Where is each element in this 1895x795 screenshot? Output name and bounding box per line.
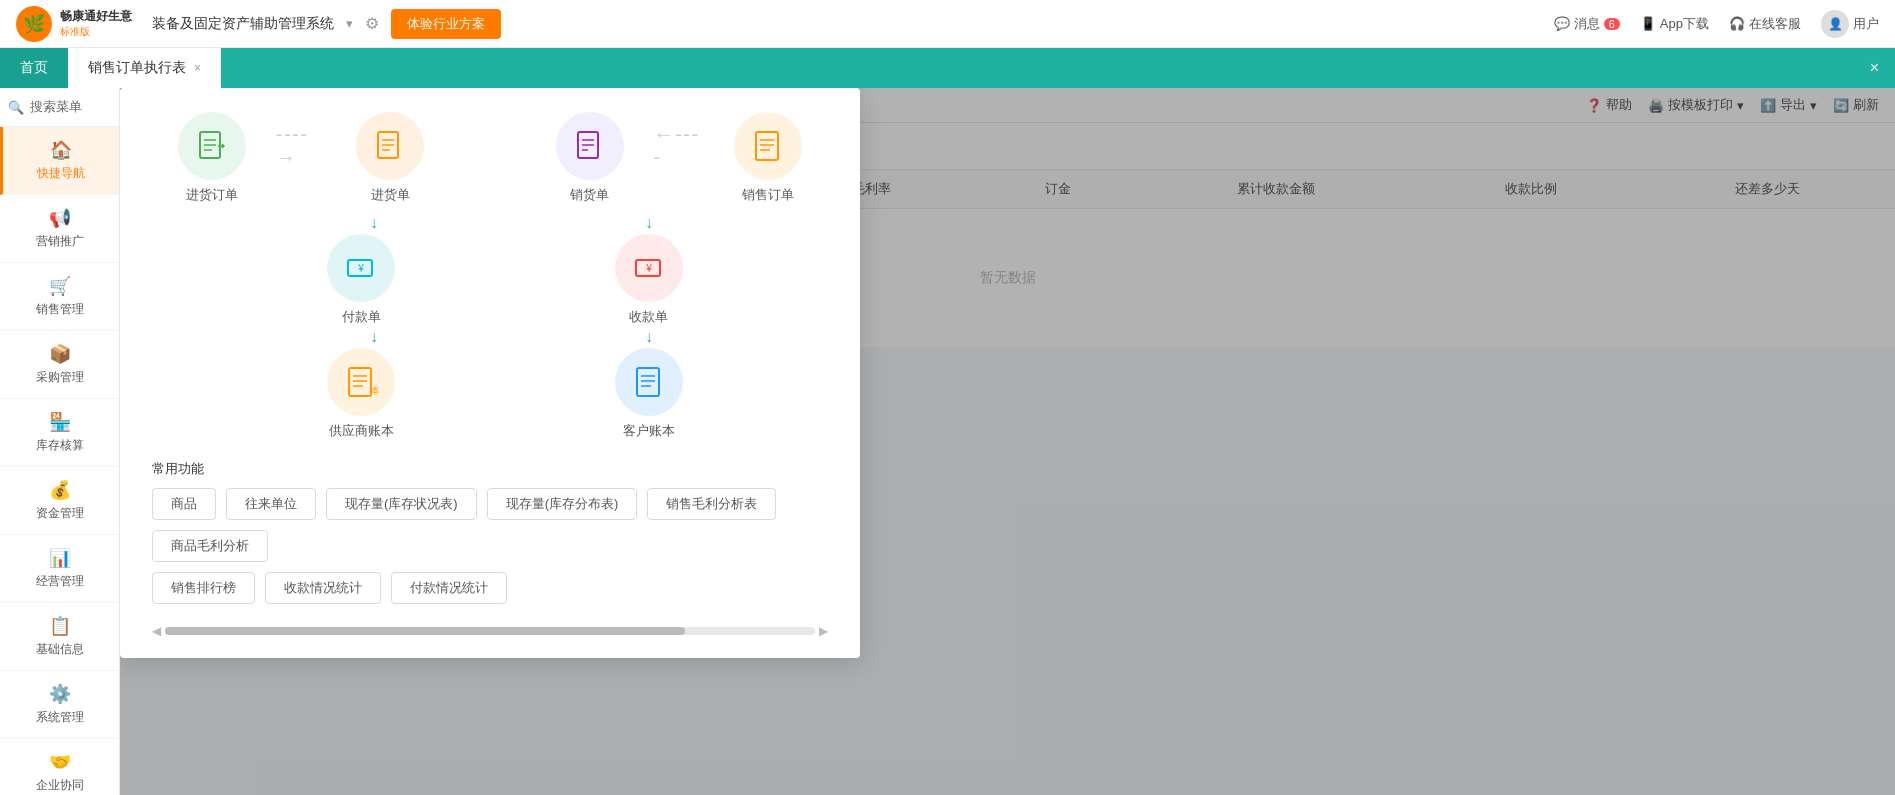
arrow-sb-to-receipt: ↓ [645, 214, 653, 232]
tab-bar: 首页 销售订单执行表 × × [0, 48, 1895, 88]
flow-node-purchase-bill[interactable]: 进货单 [330, 112, 450, 204]
message-icon: 💬 [1554, 16, 1570, 31]
operation-icon: 📊 [49, 547, 71, 569]
flow-section: 进货订单 - - - - → [152, 112, 828, 440]
sidebar: 🔍 搜索菜单 🏠 快捷导航 📢 营销推广 🛒 销售管理 📦 采购管理 🏪 库存核… [0, 88, 120, 795]
modal-overlay: 进货订单 - - - - → [120, 88, 1895, 795]
tab-sales-order[interactable]: 销售订单执行表 × [68, 48, 221, 88]
func-btn-stock-dist[interactable]: 现存量(库存分布表) [487, 488, 638, 520]
supplier-ledger-icon: 本 [327, 348, 395, 416]
scroll-left-icon[interactable]: ◀ [152, 624, 161, 638]
arrow-so-to-sb: ← - - - - [650, 123, 709, 169]
user-action[interactable]: 👤 用户 [1821, 10, 1879, 38]
svg-rect-19 [756, 132, 778, 160]
marketing-icon: 📢 [49, 207, 71, 229]
func-btn-contact[interactable]: 往来单位 [226, 488, 316, 520]
system-icon: ⚙️ [49, 683, 71, 705]
message-badge: 6 [1604, 18, 1620, 30]
svg-text:¥: ¥ [357, 263, 364, 274]
cooperation-icon: 🤝 [49, 751, 71, 773]
scrollbar-thumb [165, 627, 685, 635]
message-action[interactable]: 💬 消息 6 [1554, 15, 1620, 33]
sales-icon: 🛒 [49, 275, 71, 297]
avatar: 👤 [1821, 10, 1849, 38]
customer-ledger-icon [615, 348, 683, 416]
experience-button[interactable]: 体验行业方案 [391, 9, 501, 39]
svg-text:¥: ¥ [645, 263, 652, 274]
system-title: 装备及固定资产辅助管理系统 [152, 15, 334, 33]
logo-text: 畅康通好生意 标准版 [60, 8, 132, 39]
dropdown-arrow-icon[interactable]: ▾ [346, 16, 353, 31]
common-func-title: 常用功能 [152, 460, 828, 478]
sales-order-icon [734, 112, 802, 180]
tab-close-icon[interactable]: × [194, 61, 201, 75]
sidebar-item-quick-nav[interactable]: 🏠 快捷导航 [0, 127, 119, 195]
app-download-action[interactable]: 📱 App下载 [1640, 15, 1709, 33]
svg-rect-10 [349, 368, 371, 396]
basic-info-icon: 📋 [49, 615, 71, 637]
func-btn-payment-stat[interactable]: 付款情况统计 [391, 572, 507, 604]
sidebar-item-marketing[interactable]: 📢 营销推广 [0, 195, 119, 263]
sidebar-item-basic-info[interactable]: 📋 基础信息 [0, 603, 119, 671]
home-icon: 🏠 [50, 139, 72, 161]
search-icon: 🔍 [8, 100, 24, 115]
modal-scrollbar: ◀ ▶ [152, 624, 828, 638]
func-btn-sales-rank[interactable]: 销售排行榜 [152, 572, 255, 604]
tab-home[interactable]: 首页 [0, 48, 68, 88]
purchase-order-icon [178, 112, 246, 180]
top-header: 🌿 畅康通好生意 标准版 装备及固定资产辅助管理系统 ▾ ⚙ 体验行业方案 💬 … [0, 0, 1895, 48]
headset-icon: 🎧 [1729, 16, 1745, 31]
logo-area: 🌿 畅康通好生意 标准版 [16, 6, 136, 42]
func-btn-sales-gross[interactable]: 销售毛利分析表 [647, 488, 776, 520]
sidebar-item-inventory[interactable]: 🏪 库存核算 [0, 399, 119, 467]
modal-box: 进货订单 - - - - → [120, 88, 860, 658]
flow-node-supplier-ledger[interactable]: 本 供应商账本 [301, 348, 421, 440]
flow-node-sales-bill[interactable]: 销货单 [530, 112, 650, 204]
flow-node-receipt-bill[interactable]: ¥ 收款单 [589, 234, 709, 326]
arrow-pay-to-supplier: ↓ [370, 328, 378, 346]
tabbar-close-icon[interactable]: × [1870, 59, 1879, 77]
sidebar-search[interactable]: 🔍 搜索菜单 [0, 88, 119, 127]
arrow-receipt-to-customer: ↓ [645, 328, 653, 346]
svg-text:本: 本 [370, 385, 379, 396]
scroll-right-icon[interactable]: ▶ [819, 624, 828, 638]
main-layout: 🔍 搜索菜单 🏠 快捷导航 📢 营销推广 🛒 销售管理 📦 采购管理 🏪 库存核… [0, 88, 1895, 795]
common-functions-section: 常用功能 商品 往来单位 现存量(库存状况表) 现存量(库存分布表) 销售毛利分… [152, 460, 828, 604]
settings-icon[interactable]: ⚙ [365, 14, 379, 33]
func-btn-goods-gross[interactable]: 商品毛利分析 [152, 530, 268, 562]
header-middle: 装备及固定资产辅助管理系统 ▾ ⚙ 体验行业方案 [136, 9, 1554, 39]
logo-icon: 🌿 [16, 6, 52, 42]
receipt-bill-icon: ¥ [615, 234, 683, 302]
sales-bill-icon [556, 112, 624, 180]
flow-node-customer-ledger[interactable]: 客户账本 [589, 348, 709, 440]
purchase-icon: 📦 [49, 343, 71, 365]
sidebar-item-purchase[interactable]: 📦 采购管理 [0, 331, 119, 399]
func-btn-goods[interactable]: 商品 [152, 488, 216, 520]
svg-rect-25 [637, 368, 659, 396]
sidebar-item-operation[interactable]: 📊 经营管理 [0, 535, 119, 603]
online-service-action[interactable]: 🎧 在线客服 [1729, 15, 1801, 33]
phone-icon: 📱 [1640, 16, 1656, 31]
sidebar-item-cooperation[interactable]: 🤝 企业协同 [0, 739, 119, 795]
finance-icon: 💰 [49, 479, 71, 501]
header-right: 💬 消息 6 📱 App下载 🎧 在线客服 👤 用户 [1554, 10, 1879, 38]
func-btn-stock-status[interactable]: 现存量(库存状况表) [326, 488, 477, 520]
sidebar-item-sales[interactable]: 🛒 销售管理 [0, 263, 119, 331]
sidebar-item-finance[interactable]: 💰 资金管理 [0, 467, 119, 535]
sidebar-item-system[interactable]: ⚙️ 系统管理 [0, 671, 119, 739]
flow-node-sales-order[interactable]: 销售订单 [708, 112, 828, 204]
func-buttons-row2: 销售排行榜 收款情况统计 付款情况统计 [152, 572, 828, 604]
content-area: ❓ 帮助 🖨️ 按模板打印 ▾ ⬆️ 导出 ▾ 🔄 刷新 📅 [120, 88, 1895, 795]
arrow-po-to-pb: - - - - → [272, 123, 331, 169]
func-btn-receipt-stat[interactable]: 收款情况统计 [265, 572, 381, 604]
purchase-bill-icon [356, 112, 424, 180]
func-buttons: 商品 往来单位 现存量(库存状况表) 现存量(库存分布表) 销售毛利分析表 商品… [152, 488, 828, 562]
payment-bill-icon: ¥ [327, 234, 395, 302]
inventory-icon: 🏪 [49, 411, 71, 433]
flow-node-purchase-order[interactable]: 进货订单 [152, 112, 272, 204]
scrollbar-track[interactable] [165, 627, 815, 635]
arrow-pb-to-pay: ↓ [370, 214, 378, 232]
flow-node-payment-bill[interactable]: ¥ 付款单 [301, 234, 421, 326]
